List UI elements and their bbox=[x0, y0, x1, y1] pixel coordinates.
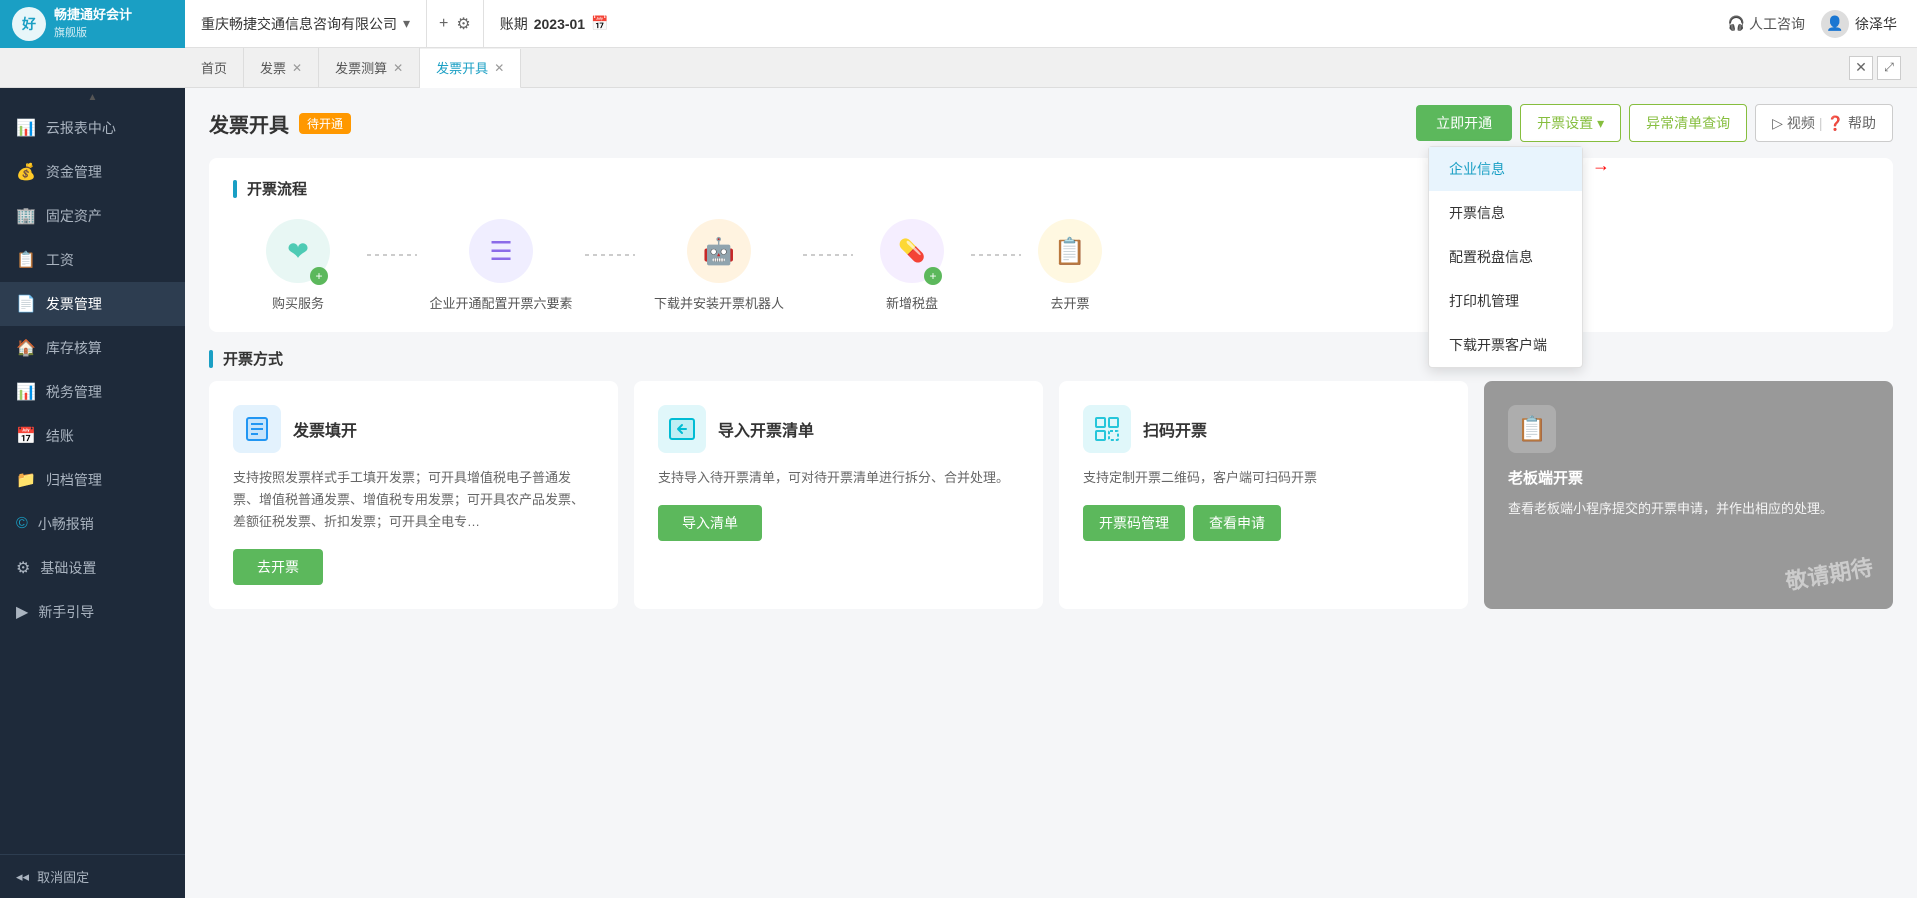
tab-invoice-close-icon[interactable]: ✕ bbox=[292, 61, 302, 75]
method-boss-title: 老板端开票 bbox=[1508, 467, 1869, 488]
method-scan-desc: 支持定制开票二维码，客户端可扫码开票 bbox=[1083, 467, 1444, 489]
archive-icon: 📁 bbox=[16, 470, 36, 490]
sidebar-item-inventory[interactable]: 🏠 库存核算 bbox=[0, 326, 185, 370]
flow-section-title: 开票流程 bbox=[247, 178, 307, 199]
period-label: 账期 bbox=[500, 14, 528, 34]
method-manual-btn[interactable]: 去开票 bbox=[233, 549, 323, 585]
settings-icon[interactable]: ⚙ bbox=[456, 14, 470, 34]
dropdown-item-printer[interactable]: 打印机管理 bbox=[1429, 279, 1582, 323]
invoice-setting-dropdown: 企业信息 → 开票信息 配置税盘信息 打印机管理 bbox=[1428, 146, 1583, 368]
sidebar-item-tax[interactable]: 📊 税务管理 bbox=[0, 370, 185, 414]
method-manual-desc: 支持按照发票样式手工填开发票；可开具增值税电子普通发票、增值税普通发票、增值税专… bbox=[233, 467, 594, 533]
method-card-import: 导入开票清单 支持导入待开票清单，可对待开票清单进行拆分、合并处理。 导入清单 bbox=[634, 381, 1043, 609]
invoice-sidebar-icon: 📄 bbox=[16, 294, 36, 314]
tab-home[interactable]: 首页 bbox=[185, 48, 244, 88]
tab-calc-close-icon[interactable]: ✕ bbox=[393, 61, 403, 75]
tab-invoice-calc[interactable]: 发票测算 ✕ bbox=[319, 48, 420, 88]
method-card-manual: 发票填开 支持按照发票样式手工填开发票；可开具增值税电子普通发票、增值税普通发票… bbox=[209, 381, 618, 609]
method-import-btn[interactable]: 导入清单 bbox=[658, 505, 762, 541]
method-boss-desc: 查看老板端小程序提交的开票申请，并作出相应的处理。 bbox=[1508, 498, 1869, 520]
tab-minimize-button[interactable]: ✕ bbox=[1849, 56, 1873, 80]
settle-icon: 📅 bbox=[16, 426, 36, 446]
base-settings-icon: ⚙ bbox=[16, 558, 30, 578]
tab-invoice[interactable]: 发票 ✕ bbox=[244, 48, 319, 88]
expense-icon: © bbox=[16, 515, 28, 533]
headset-icon: 🎧 bbox=[1728, 15, 1745, 32]
setting-chevron-icon: ▾ bbox=[1597, 115, 1604, 132]
dropdown-item-company[interactable]: 企业信息 → bbox=[1429, 147, 1582, 191]
cancel-fixed-button[interactable]: ◂◂ 取消固定 bbox=[0, 855, 185, 898]
page-title: 发票开具 bbox=[209, 109, 289, 138]
method-card-boss: 📋 老板端开票 查看老板端小程序提交的开票申请，并作出相应的处理。 敬请期待 bbox=[1484, 381, 1893, 609]
company-name: 重庆畅捷交通信息咨询有限公司 bbox=[201, 14, 397, 34]
method-scan-title: 扫码开票 bbox=[1143, 417, 1207, 441]
sidebar: ▲ 📊 云报表中心 💰 资金管理 🏢 固定资产 📋 工资 📄 发票管理 bbox=[0, 88, 185, 898]
sidebar-item-archive[interactable]: 📁 归档管理 bbox=[0, 458, 185, 502]
sidebar-item-base-settings[interactable]: ⚙ 基础设置 bbox=[0, 546, 185, 590]
methods-section-title: 开票方式 bbox=[223, 348, 283, 369]
boss-overlay-text: 敬请期待 bbox=[1783, 550, 1875, 597]
flow-step-3: 🤖 下载并安装开票机器人 bbox=[639, 219, 799, 312]
status-badge: 待开通 bbox=[299, 113, 351, 134]
help-icon: ❓ bbox=[1827, 115, 1844, 132]
method-scan-btn1[interactable]: 开票码管理 bbox=[1083, 505, 1185, 541]
method-manual-title: 发票填开 bbox=[293, 417, 357, 441]
tab-open-close-icon[interactable]: ✕ bbox=[494, 61, 504, 75]
flow-step-4: 💊 + 新增税盘 bbox=[857, 219, 967, 312]
invoice-setting-button[interactable]: 开票设置 ▾ bbox=[1520, 104, 1621, 142]
dropdown-item-invoice-info[interactable]: 开票信息 bbox=[1429, 191, 1582, 235]
query-button[interactable]: 异常清单查询 bbox=[1629, 104, 1747, 142]
method-scan-btn2[interactable]: 查看申请 bbox=[1193, 505, 1281, 541]
logo-subtitle: 旗舰版 bbox=[54, 24, 132, 40]
flow-step-1: ❤ + 购买服务 bbox=[233, 219, 363, 312]
sidebar-item-guide[interactable]: ▶ 新手引导 bbox=[0, 590, 185, 634]
sidebar-item-cloud-report[interactable]: 📊 云报表中心 bbox=[0, 106, 185, 150]
sidebar-item-expense[interactable]: © 小畅报销 bbox=[0, 502, 185, 546]
play-icon: ▷ bbox=[1772, 115, 1783, 132]
tab-invoice-open[interactable]: 发票开具 ✕ bbox=[420, 49, 521, 89]
sidebar-scroll-up[interactable]: ▲ bbox=[0, 88, 185, 106]
calendar-icon[interactable]: 📅 bbox=[591, 15, 608, 32]
cancel-fixed-icon: ◂◂ bbox=[16, 869, 29, 885]
user-area[interactable]: 👤 徐泽华 bbox=[1821, 10, 1897, 38]
cloud-report-icon: 📊 bbox=[16, 118, 36, 138]
dropdown-item-taxdisk[interactable]: 配置税盘信息 bbox=[1429, 235, 1582, 279]
sidebar-item-settle[interactable]: 📅 结账 bbox=[0, 414, 185, 458]
guide-icon: ▶ bbox=[16, 602, 28, 622]
activate-button[interactable]: 立即开通 bbox=[1416, 105, 1512, 141]
user-name: 徐泽华 bbox=[1855, 14, 1897, 34]
sidebar-item-invoice[interactable]: 📄 发票管理 bbox=[0, 282, 185, 326]
logo-icon: 好 bbox=[12, 7, 46, 41]
tab-maximize-button[interactable]: ⤢ bbox=[1877, 56, 1901, 80]
logo-area: 好 畅捷通好会计 旗舰版 bbox=[0, 0, 185, 48]
method-import-desc: 支持导入待开票清单，可对待开票清单进行拆分、合并处理。 bbox=[658, 467, 1019, 489]
sidebar-item-funds[interactable]: 💰 资金管理 bbox=[0, 150, 185, 194]
video-help-button[interactable]: ▷ 视频 | ❓ 帮助 bbox=[1755, 104, 1893, 142]
dropdown-item-download[interactable]: 下载开票客户端 bbox=[1429, 323, 1582, 367]
red-arrow-icon: → bbox=[1592, 155, 1610, 176]
sidebar-item-assets[interactable]: 🏢 固定资产 bbox=[0, 194, 185, 238]
user-avatar-icon: 👤 bbox=[1821, 10, 1849, 38]
tax-icon: 📊 bbox=[16, 382, 36, 402]
add-company-icon[interactable]: + bbox=[439, 15, 448, 33]
flow-step-2: ☰ 企业开通配置开票六要素 bbox=[421, 219, 581, 312]
service-button[interactable]: 🎧 人工咨询 bbox=[1728, 14, 1805, 34]
inventory-icon: 🏠 bbox=[16, 338, 36, 358]
company-chevron-icon[interactable]: ▾ bbox=[403, 15, 410, 32]
assets-icon: 🏢 bbox=[16, 206, 36, 226]
payroll-icon: 📋 bbox=[16, 250, 36, 270]
logo-title: 畅捷通好会计 bbox=[54, 7, 132, 24]
method-card-scan: 扫码开票 支持定制开票二维码，客户端可扫码开票 开票码管理 查看申请 bbox=[1059, 381, 1468, 609]
sidebar-item-payroll[interactable]: 📋 工资 bbox=[0, 238, 185, 282]
flow-step-5: 📋 去开票 bbox=[1025, 219, 1115, 312]
method-import-title: 导入开票清单 bbox=[718, 417, 814, 441]
period-value: 2023-01 bbox=[534, 16, 585, 32]
main-content: 发票开具 待开通 立即开通 开票设置 ▾ 异常清单查询 ▷ 视频 | ❓ bbox=[185, 88, 1917, 898]
service-label: 人工咨询 bbox=[1749, 14, 1805, 34]
funds-icon: 💰 bbox=[16, 162, 36, 182]
